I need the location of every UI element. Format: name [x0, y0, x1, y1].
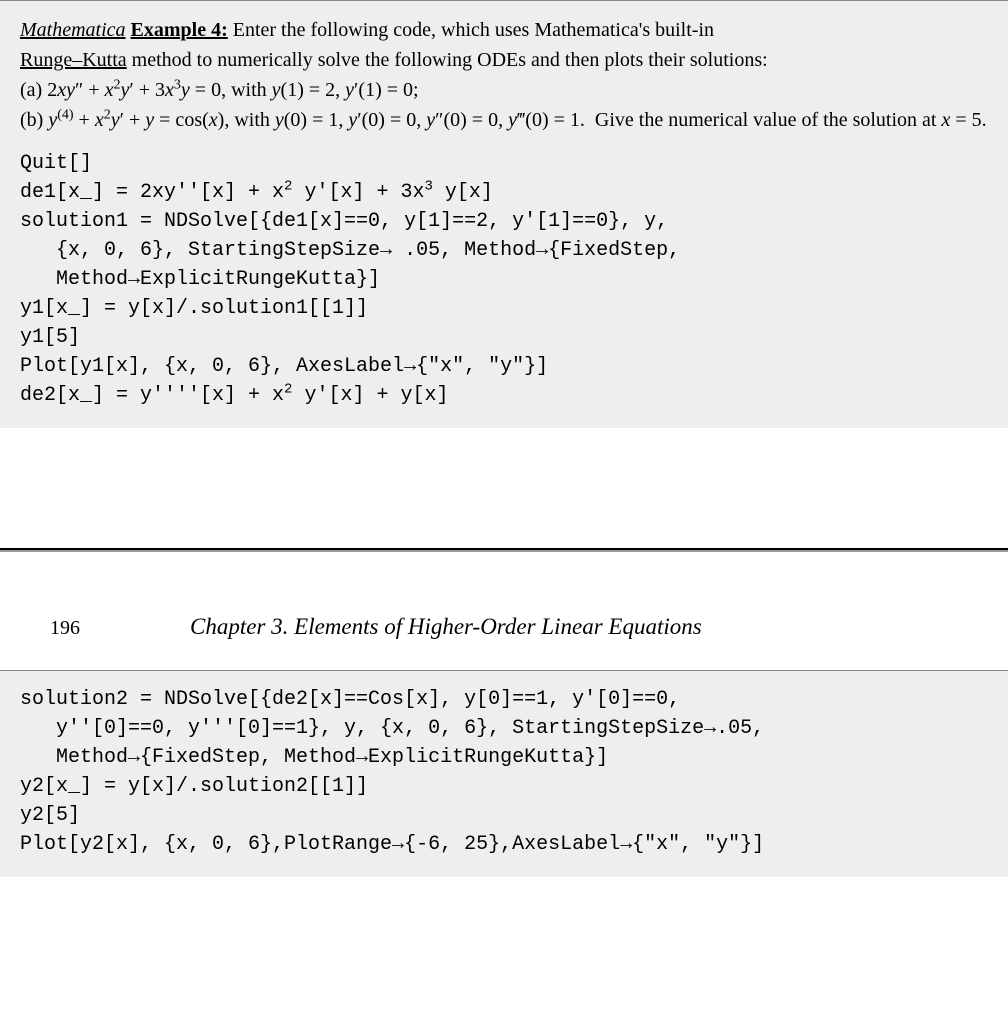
- code-line: y2[x_] = y[x]/.solution2[[1]]: [20, 775, 368, 798]
- example-block-2: solution2 = NDSolve[{de2[x]==Cos[x], y[0…: [0, 670, 1008, 877]
- example-statement: Mathematica Example 4: Enter the followi…: [20, 15, 988, 135]
- intro-line-1: Enter the following code, which uses Mat…: [233, 19, 714, 41]
- code-line: de2[x_] = y''''[x] + x2 y'[x] + y[x]: [20, 384, 449, 407]
- page-separator: [0, 548, 1008, 554]
- title-bold: Example 4:: [131, 19, 228, 41]
- page-number: 196: [50, 617, 190, 640]
- code-line: Quit[]: [20, 152, 92, 175]
- code-line: Plot[y2[x], {x, 0, 6},PlotRange→{-6, 25}…: [20, 833, 764, 856]
- code-line: y1[x_] = y[x]/.solution1[[1]]: [20, 297, 368, 320]
- code-line: Method→ExplicitRungeKutta}]: [20, 268, 380, 291]
- code-line: {x, 0, 6}, StartingStepSize→ .05, Method…: [20, 239, 680, 262]
- example-block-1: Mathematica Example 4: Enter the followi…: [0, 0, 1008, 428]
- page-header: 196 Chapter 3. Elements of Higher-Order …: [0, 614, 1008, 670]
- code-line: Plot[y1[x], {x, 0, 6}, AxesLabel→{"x", "…: [20, 355, 548, 378]
- code-line: solution2 = NDSolve[{de2[x]==Cos[x], y[0…: [20, 688, 680, 711]
- code-line: y''[0]==0, y'''[0]==1}, y, {x, 0, 6}, St…: [20, 717, 764, 740]
- code-line: y2[5]: [20, 804, 80, 827]
- code-block-2: solution2 = NDSolve[{de2[x]==Cos[x], y[0…: [20, 685, 988, 859]
- code-line: solution1 = NDSolve[{de1[x]==0, y[1]==2,…: [20, 210, 668, 233]
- code-line: Method→{FixedStep, Method→ExplicitRungeK…: [20, 746, 608, 769]
- page-gap: [0, 428, 1008, 548]
- code-line: y1[5]: [20, 326, 80, 349]
- code-block-1: Quit[] de1[x_] = 2xy''[x] + x2 y'[x] + 3…: [20, 149, 988, 410]
- title-italic: Mathematica: [20, 19, 126, 41]
- intro-line-2: method to numerically solve the followin…: [132, 49, 768, 71]
- code-line: de1[x_] = 2xy''[x] + x2 y'[x] + 3x3 y[x]: [20, 181, 493, 204]
- intro-rk: Runge–Kutta: [20, 49, 127, 71]
- chapter-title: Chapter 3. Elements of Higher-Order Line…: [190, 614, 702, 640]
- part-a: (a) 2xy″ + x2y′ + 3x3y = 0, with y(1) = …: [20, 79, 419, 101]
- part-b: (b) y(4) + x2y′ + y = cos(x), with y(0) …: [20, 109, 987, 131]
